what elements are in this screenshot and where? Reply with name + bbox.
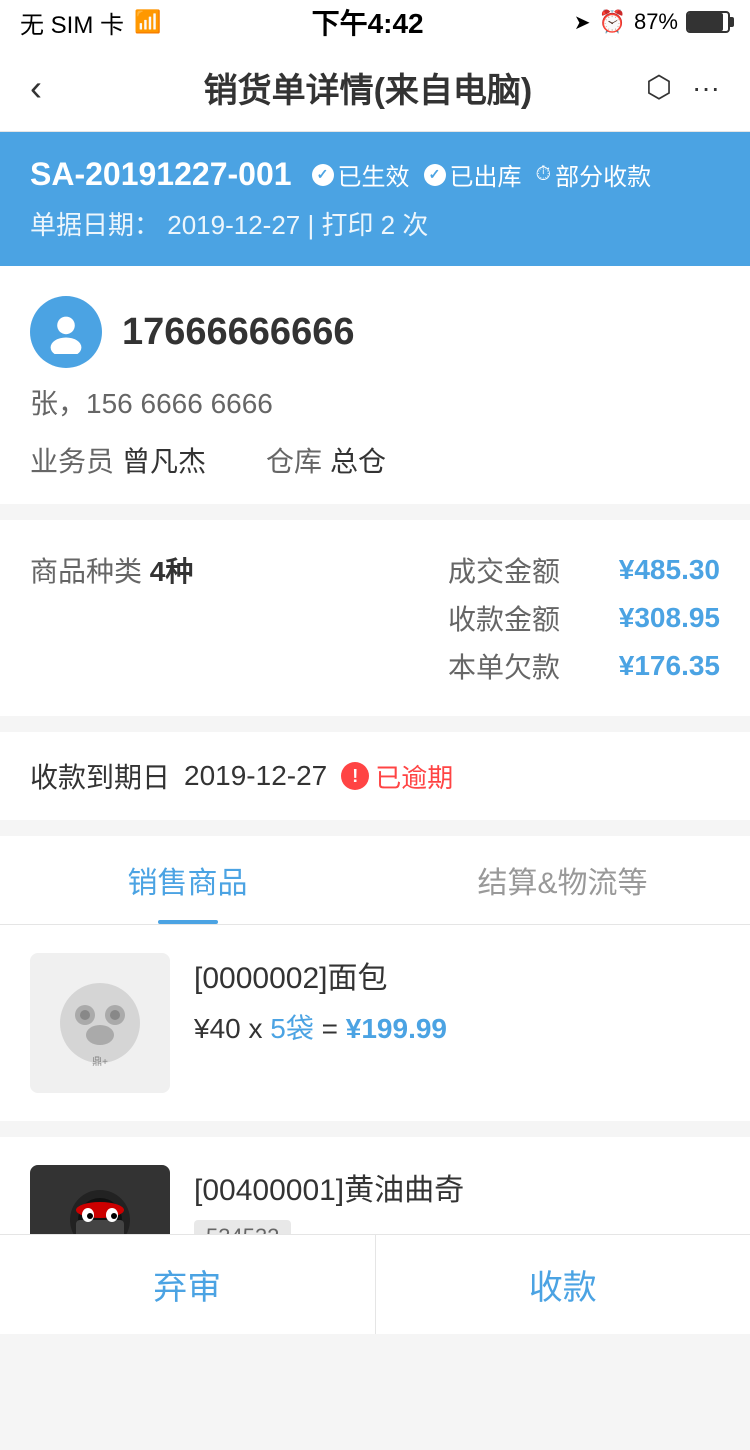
customer-phone: 17666666666: [122, 311, 354, 354]
nav-bar: ‹ 销货单详情(来自电脑) ⬡ ···: [0, 44, 750, 132]
warehouse-label: 仓库: [266, 440, 322, 480]
bottom-spacer: [0, 1350, 750, 1450]
check-icon-2: ✓: [424, 164, 446, 186]
received-label: 收款金额: [448, 598, 560, 638]
wifi-icon: 📶: [134, 9, 161, 35]
price-qty-1: 5袋: [270, 1013, 314, 1044]
received-value: ¥308.95: [580, 602, 720, 634]
status-time: 下午4:42: [312, 2, 424, 42]
debt-amount-row: 本单欠款 ¥176.35: [448, 646, 720, 686]
order-header-top: SA-20191227-001 ✓ 已生效 ✓ 已出库 ⏱ 部分收款: [30, 156, 720, 193]
badge-shipped: ✓ 已出库: [424, 157, 522, 192]
salesperson-value: 曾凡杰: [122, 440, 206, 480]
battery-text: 87%: [634, 9, 678, 35]
tab-products[interactable]: 销售商品: [0, 836, 375, 924]
overdue-icon: !: [341, 762, 369, 790]
gps-icon: ➤: [574, 10, 591, 35]
collect-button[interactable]: 收款: [376, 1235, 750, 1334]
battery-fill: [688, 13, 723, 31]
stats-section: 商品种类 4种 成交金额 ¥485.30 收款金额 ¥308.95 本单欠款 ¥…: [0, 520, 750, 716]
transaction-value: ¥485.30: [580, 554, 720, 586]
order-id: SA-20191227-001: [30, 156, 292, 193]
price-eq-1: =: [322, 1013, 346, 1044]
status-bar: 无 SIM 卡 📶 下午4:42 ➤ ⏰ 87%: [0, 0, 750, 44]
due-label: 收款到期日: [30, 756, 170, 796]
tab-settlement[interactable]: 结算&物流等: [375, 836, 750, 924]
due-date: 2019-12-27: [184, 760, 327, 792]
received-amount-row: 收款金额 ¥308.95: [448, 598, 720, 638]
badge-partial: ⏱ 部分收款: [536, 157, 652, 192]
product-img-1: 鼎+: [30, 953, 170, 1093]
salesperson-item: 业务员 曾凡杰: [30, 440, 206, 480]
salesperson-label: 业务员: [30, 440, 114, 480]
battery-icon: [686, 11, 730, 33]
status-right: ➤ ⏰ 87%: [574, 9, 730, 35]
product-types-label: 商品种类: [30, 556, 142, 587]
svg-text:鼎+: 鼎+: [92, 1056, 108, 1068]
order-date: 单据日期： 2019-12-27 | 打印 2 次: [30, 205, 720, 242]
avatar: [30, 296, 102, 368]
product-price-1: ¥40 x 5袋 = ¥199.99: [194, 1007, 720, 1047]
product-card-1: 鼎+ [0000002]面包 ¥40 x 5袋 = ¥199.99: [0, 925, 750, 1121]
check-icon-1: ✓: [312, 164, 334, 186]
debt-label: 本单欠款: [448, 646, 560, 686]
share-button[interactable]: ⬡: [646, 70, 672, 105]
product-code-1: [0000002]面包: [194, 953, 720, 997]
warehouse-value: 总仓: [330, 440, 386, 480]
price-base-1: ¥40 x: [194, 1013, 270, 1044]
debt-value: ¥176.35: [580, 650, 720, 682]
clock-icon: ⏱: [536, 163, 552, 186]
price-total-1: ¥199.99: [346, 1013, 447, 1044]
warehouse-item: 仓库 总仓: [266, 440, 386, 480]
product-code-2: [00400001]黄油曲奇: [194, 1165, 720, 1209]
nav-actions: ⬡ ···: [646, 70, 720, 105]
transaction-amount-row: 成交金额 ¥485.30: [448, 550, 720, 590]
badge-effective: ✓ 已生效: [312, 157, 410, 192]
stats-left: 商品种类 4种: [30, 550, 193, 590]
tab-indicator: [158, 920, 218, 924]
due-section: 收款到期日 2019-12-27 ! 已逾期: [0, 732, 750, 820]
back-button[interactable]: ‹: [30, 67, 90, 109]
tabs-section: 销售商品 结算&物流等: [0, 836, 750, 925]
status-left: 无 SIM 卡 📶: [20, 5, 161, 40]
reject-button[interactable]: 弃审: [0, 1235, 376, 1334]
page-title: 销货单详情(来自电脑): [90, 63, 646, 112]
order-header: SA-20191227-001 ✓ 已生效 ✓ 已出库 ⏱ 部分收款 单据日期：…: [0, 132, 750, 266]
customer-section: 17666666666 张，156 6666 6666 业务员 曾凡杰 仓库 总…: [0, 266, 750, 504]
customer-top: 17666666666: [30, 296, 720, 368]
carrier-text: 无 SIM 卡: [20, 5, 124, 40]
overdue-badge: ! 已逾期: [341, 758, 453, 795]
customer-meta: 业务员 曾凡杰 仓库 总仓: [30, 440, 720, 480]
product-info-1: [0000002]面包 ¥40 x 5袋 = ¥199.99: [194, 953, 720, 1047]
more-button[interactable]: ···: [692, 72, 720, 104]
product-placeholder-icon: 鼎+: [50, 973, 150, 1073]
alarm-icon: ⏰: [599, 9, 626, 35]
order-badges: ✓ 已生效 ✓ 已出库 ⏱ 部分收款: [312, 157, 652, 192]
stats-right: 成交金额 ¥485.30 收款金额 ¥308.95 本单欠款 ¥176.35: [448, 550, 720, 686]
bottom-actions: 弃审 收款: [0, 1234, 750, 1334]
transaction-label: 成交金额: [448, 550, 560, 590]
overdue-text: 已逾期: [375, 758, 453, 795]
avatar-icon: [44, 310, 88, 354]
customer-contact: 张，156 6666 6666: [30, 382, 720, 422]
product-types-value: 4种: [150, 556, 194, 587]
